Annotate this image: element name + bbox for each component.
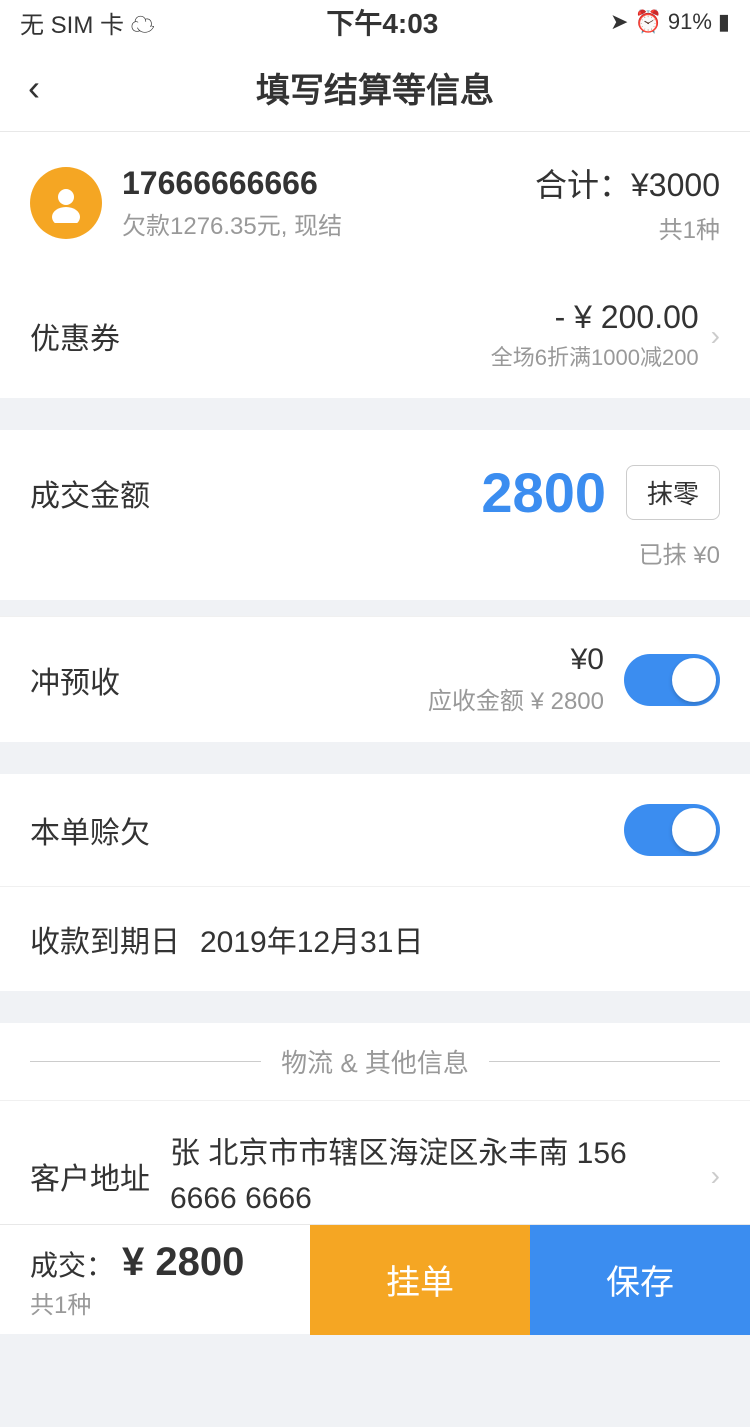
save-button[interactable]: 保存 — [530, 1225, 750, 1335]
logistics-line-right — [489, 1061, 720, 1062]
due-date-value: 2019年12月31日 — [200, 917, 423, 961]
bottom-bar: 成交： ¥ 2800 共1种 挂单 保存 — [0, 1224, 750, 1334]
page-title: 填写结算等信息 — [256, 63, 494, 112]
debt-toggle-thumb — [672, 808, 716, 852]
section-divider-2 — [0, 758, 750, 774]
address-value: 张 北京市市辖区海淀区永丰南 156 6666 6666 — [170, 1131, 699, 1221]
coupon-right: - ¥ 200.00 全场6折满1000减200 — [491, 299, 699, 372]
section-divider-1 — [0, 414, 750, 430]
status-bar: 无 SIM 卡 ☁ 下午4:03 ➤ ⏰ 91% ▮ — [0, 0, 750, 44]
precollect-amount-group: ¥0 应收金额 ¥ 2800 — [428, 643, 604, 716]
customer-phone: 17666666666 — [122, 165, 535, 202]
total-count: 共1种 — [535, 210, 720, 245]
section-divider-3 — [0, 1007, 750, 1023]
coupon-row[interactable]: 优惠券 - ¥ 200.00 全场6折满1000减200 › — [0, 273, 750, 398]
sim-label: 无 SIM 卡 ☁ — [20, 5, 155, 40]
precollect-toggle[interactable] — [624, 654, 720, 706]
address-chevron-icon: › — [711, 1160, 720, 1192]
precollect-amount: ¥0 — [428, 643, 604, 677]
deal-amount-row: 成交金额 2800 抹零 — [30, 460, 720, 525]
amount-section: 成交金额 2800 抹零 已抹 ¥0 — [0, 430, 750, 600]
precollect-right: ¥0 应收金额 ¥ 2800 — [428, 643, 720, 716]
debt-toggle[interactable] — [624, 804, 720, 856]
deal-amount-container: 2800 抹零 — [481, 460, 720, 525]
deal-amount-sub: 已抹 ¥0 — [30, 535, 720, 570]
debt-label: 本单赊欠 — [30, 808, 624, 852]
back-button[interactable]: ‹ — [28, 67, 40, 109]
round-zero-button[interactable]: 抹零 — [626, 465, 720, 520]
nav-bar: ‹ 填写结算等信息 — [0, 44, 750, 132]
bottom-deal-label: 成交： — [30, 1244, 114, 1284]
logistics-title: 物流 & 其他信息 — [281, 1043, 469, 1080]
customer-row: 17666666666 欠款1276.35元, 现结 合计：¥3000 共1种 — [0, 132, 750, 273]
deal-amount-value: 2800 — [481, 460, 606, 525]
bottom-summary: 成交： ¥ 2800 共1种 — [0, 1240, 310, 1320]
location-icon: ➤ — [610, 9, 628, 35]
customer-section: 17666666666 欠款1276.35元, 现结 合计：¥3000 共1种 … — [0, 132, 750, 398]
coupon-chevron-icon: › — [711, 320, 720, 352]
coupon-desc: 全场6折满1000减200 — [491, 340, 699, 372]
logistics-section: 物流 & 其他信息 客户地址 张 北京市市辖区海淀区永丰南 156 6666 6… — [0, 1023, 750, 1251]
status-bar-right: ➤ ⏰ 91% ▮ — [610, 9, 730, 35]
total-amount: 合计：¥3000 — [535, 160, 720, 206]
bottom-deal-amount: ¥ 2800 — [122, 1240, 244, 1285]
debt-section: 本单赊欠 收款到期日 2019年12月31日 — [0, 774, 750, 991]
precollect-row: 冲预收 ¥0 应收金额 ¥ 2800 — [0, 616, 750, 742]
logistics-line-left — [30, 1061, 261, 1062]
address-label: 客户地址 — [30, 1154, 150, 1198]
bottom-deal-count: 共1种 — [30, 1285, 280, 1320]
coupon-label: 优惠券 — [30, 314, 120, 358]
logistics-header: 物流 & 其他信息 — [0, 1023, 750, 1100]
due-date-label: 收款到期日 — [30, 917, 180, 961]
status-bar-left: 无 SIM 卡 ☁ — [20, 5, 155, 40]
debt-row: 本单赊欠 — [0, 774, 750, 886]
bottom-deal-row: 成交： ¥ 2800 — [30, 1240, 280, 1285]
customer-sub: 欠款1276.35元, 现结 — [122, 206, 535, 241]
battery-icon: ▮ — [718, 9, 730, 35]
customer-info: 17666666666 欠款1276.35元, 现结 — [122, 165, 535, 241]
hang-order-button[interactable]: 挂单 — [310, 1225, 530, 1335]
customer-total: 合计：¥3000 共1种 — [535, 160, 720, 245]
toggle-thumb — [672, 658, 716, 702]
deal-amount-label: 成交金额 — [30, 471, 150, 515]
status-bar-time: 下午4:03 — [326, 2, 438, 42]
due-date-row: 收款到期日 2019年12月31日 — [0, 886, 750, 991]
battery-label: 91% — [668, 9, 712, 35]
precollect-label: 冲预收 — [30, 658, 120, 702]
avatar — [30, 167, 102, 239]
coupon-amount: - ¥ 200.00 — [491, 299, 699, 336]
alarm-icon: ⏰ — [634, 9, 661, 35]
precollect-sub: 应收金额 ¥ 2800 — [428, 681, 604, 716]
